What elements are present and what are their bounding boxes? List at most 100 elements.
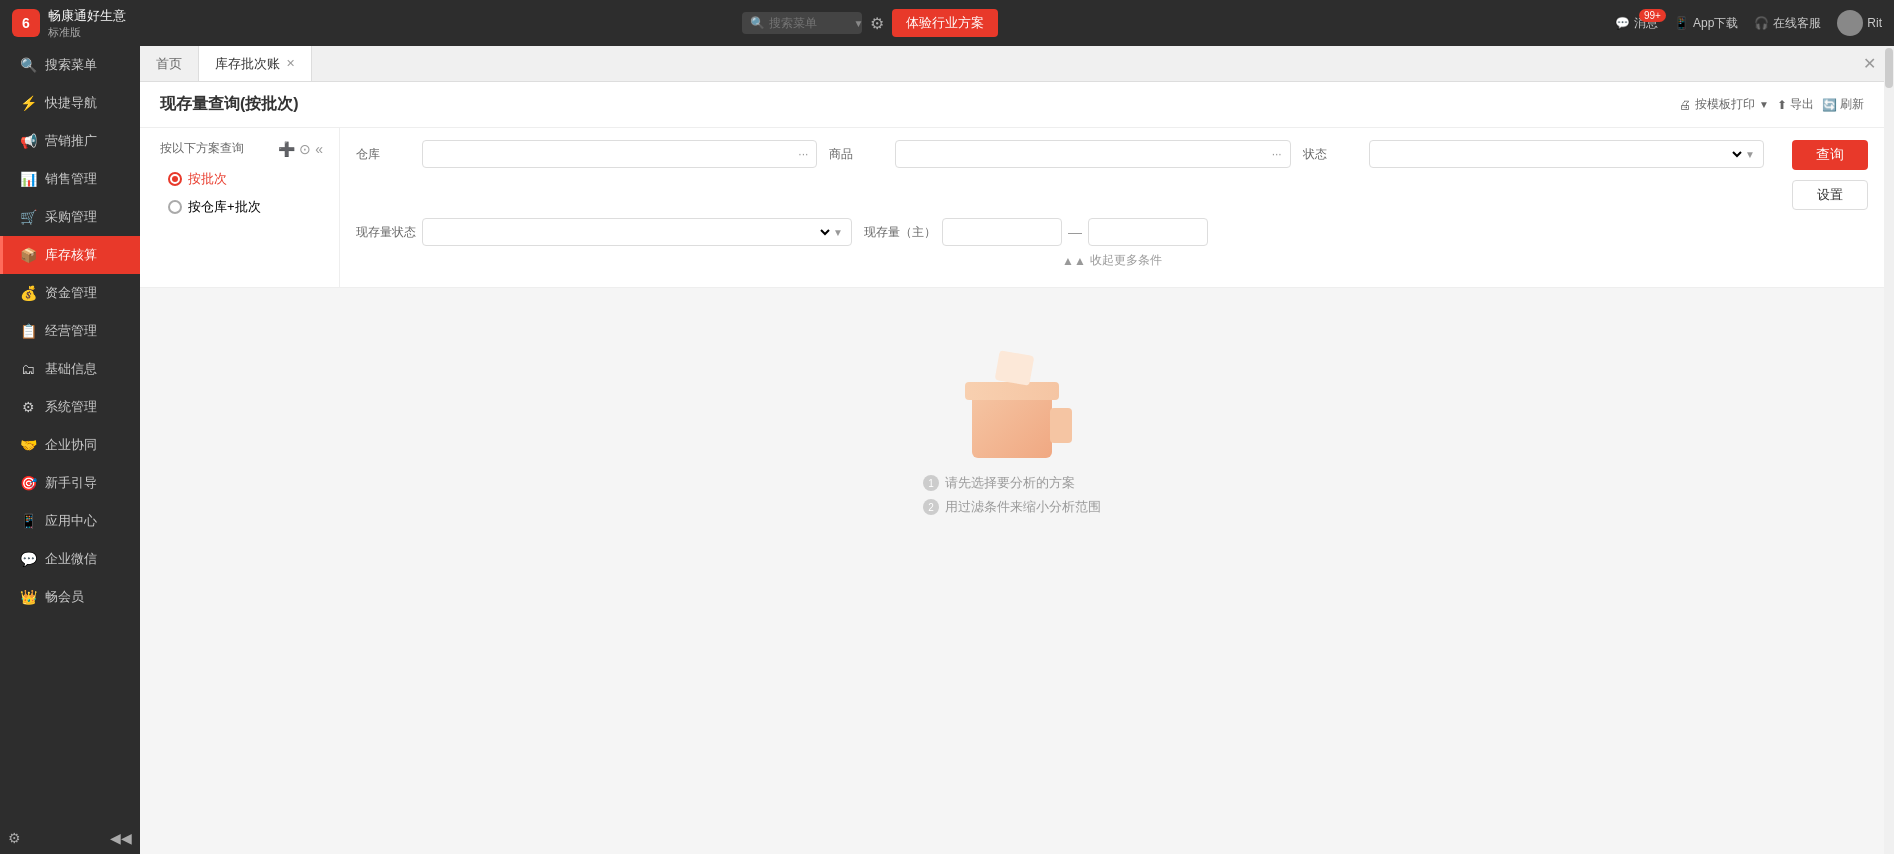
stock-status-select-wrap[interactable]: ▼ bbox=[422, 218, 852, 246]
experience-button[interactable]: 体验行业方案 bbox=[892, 9, 998, 37]
filter-status-field: 状态 ▼ bbox=[1303, 140, 1764, 168]
stock-qty-from[interactable] bbox=[942, 218, 1062, 246]
tip-num-2: 2 bbox=[923, 499, 939, 515]
scheme-dot-batch bbox=[168, 172, 182, 186]
settings-button[interactable]: 设置 bbox=[1792, 180, 1868, 210]
refresh-button[interactable]: 🔄 刷新 bbox=[1822, 96, 1864, 113]
scheme-label-warehouse-batch: 按仓库+批次 bbox=[188, 198, 261, 216]
scheme-item-batch[interactable]: 按批次 bbox=[160, 165, 323, 193]
app-center-icon: 📱 bbox=[19, 512, 37, 530]
avatar bbox=[1837, 10, 1863, 36]
tab-inventory-batch[interactable]: 库存批次账 ✕ bbox=[199, 46, 312, 81]
right-scrollbar[interactable] bbox=[1884, 46, 1894, 854]
tip-text-1: 请先选择要分析的方案 bbox=[945, 474, 1075, 492]
sidebar-item-basic[interactable]: 🗂 基础信息 bbox=[0, 350, 140, 388]
scheme-panel: 按以下方案查询 ➕ ⊙ « 按批次 bbox=[140, 128, 340, 287]
user-avatar-area[interactable]: Rit bbox=[1837, 10, 1882, 36]
filter-stock-qty-field: 现存量（主） — bbox=[864, 218, 1360, 246]
export-button[interactable]: ⬆ 导出 bbox=[1777, 96, 1814, 113]
template-print-button[interactable]: 🖨 按模板打印 ▼ bbox=[1679, 96, 1769, 113]
scheme-settings-icon[interactable]: ⊙ bbox=[299, 141, 311, 157]
collapse-bar[interactable]: ▲▲ 收起更多条件 bbox=[356, 246, 1868, 275]
sidebar-item-purchase[interactable]: 🛒 采购管理 bbox=[0, 198, 140, 236]
scheme-label-batch: 按批次 bbox=[188, 170, 227, 188]
content-area: 首页 库存批次账 ✕ ✕ 现存量查询(按批次) 🖨 按模板打印 ▼ bbox=[140, 46, 1884, 854]
sidebar-item-quick-nav[interactable]: ⚡ 快捷导航 bbox=[0, 84, 140, 122]
collapse-chevron-icon: ▲▲ bbox=[1062, 254, 1086, 268]
scroll-thumb[interactable] bbox=[1885, 48, 1893, 88]
finance-icon: 💰 bbox=[19, 284, 37, 302]
sidebar-item-label: 资金管理 bbox=[45, 284, 97, 302]
collapse-sidebar-icon[interactable]: ◀◀ bbox=[110, 830, 132, 846]
scheme-dot-warehouse bbox=[168, 200, 182, 214]
tab-home[interactable]: 首页 bbox=[140, 46, 199, 81]
search-menu-input[interactable] bbox=[769, 16, 849, 30]
sidebar-item-label: 系统管理 bbox=[45, 398, 97, 416]
topbar-center: 🔍 ▼ ⚙ 体验行业方案 bbox=[742, 9, 998, 37]
sidebar-item-wechat[interactable]: 💬 企业微信 bbox=[0, 540, 140, 578]
app-download-label: App下载 bbox=[1693, 15, 1738, 32]
inventory-icon: 📦 bbox=[19, 246, 37, 264]
tab-bar-right: ✕ bbox=[312, 46, 1884, 81]
system-icon: ⚙ bbox=[19, 398, 37, 416]
sidebar-item-marketing[interactable]: 📢 营销推广 bbox=[0, 122, 140, 160]
sidebar-item-system[interactable]: ⚙ 系统管理 bbox=[0, 388, 140, 426]
tip-text-2: 用过滤条件来缩小分析范围 bbox=[945, 498, 1101, 516]
sidebar: 🔍 搜索菜单 ⚡ 快捷导航 📢 营销推广 📊 销售管理 🛒 采购管理 📦 库存核… bbox=[0, 46, 140, 854]
brand-info: 畅康通好生意 标准版 bbox=[48, 7, 126, 40]
product-more-icon[interactable]: ··· bbox=[1272, 147, 1282, 161]
page-header-actions: 🖨 按模板打印 ▼ ⬆ 导出 🔄 刷新 bbox=[1679, 96, 1864, 113]
sidebar-item-app-center[interactable]: 📱 应用中心 bbox=[0, 502, 140, 540]
sidebar-item-enterprise[interactable]: 🤝 企业协同 bbox=[0, 426, 140, 464]
product-input[interactable] bbox=[904, 147, 1271, 161]
settings-bottom-icon[interactable]: ⚙ bbox=[8, 830, 21, 846]
scheme-item-warehouse-batch[interactable]: 按仓库+批次 bbox=[160, 193, 323, 221]
gear-icon[interactable]: ⚙ bbox=[870, 14, 884, 33]
newbie-icon: 🎯 bbox=[19, 474, 37, 492]
sidebar-item-label: 新手引导 bbox=[45, 474, 97, 492]
export-icon: ⬆ bbox=[1777, 98, 1787, 112]
sidebar-item-finance[interactable]: 💰 资金管理 bbox=[0, 274, 140, 312]
add-scheme-icon[interactable]: ➕ bbox=[278, 141, 295, 157]
status-label: 状态 bbox=[1303, 146, 1363, 163]
query-button[interactable]: 查询 bbox=[1792, 140, 1868, 170]
page-title: 现存量查询(按批次) bbox=[160, 94, 299, 115]
sidebar-item-search[interactable]: 🔍 搜索菜单 bbox=[0, 46, 140, 84]
brand-sub: 标准版 bbox=[48, 25, 126, 40]
scheme-header: 按以下方案查询 ➕ ⊙ « bbox=[160, 140, 323, 157]
tab-close-button[interactable]: ✕ bbox=[286, 58, 295, 69]
collapse-scheme-icon[interactable]: « bbox=[315, 141, 323, 157]
product-input-wrap[interactable]: ··· bbox=[895, 140, 1290, 168]
stock-status-label: 现存量状态 bbox=[356, 224, 416, 241]
sidebar-item-inventory[interactable]: 📦 库存核算 bbox=[0, 236, 140, 274]
filter-warehouse-field: 仓库 ··· bbox=[356, 140, 817, 168]
empty-box-lid bbox=[965, 382, 1059, 400]
stock-qty-from-input[interactable] bbox=[951, 225, 1053, 239]
status-select-wrap[interactable]: ▼ bbox=[1369, 140, 1764, 168]
member-icon: 👑 bbox=[19, 588, 37, 606]
sidebar-item-member[interactable]: 👑 畅会员 bbox=[0, 578, 140, 616]
sidebar-item-business[interactable]: 📋 经营管理 bbox=[0, 312, 140, 350]
message-icon: 💬 bbox=[1615, 16, 1630, 30]
sidebar-item-newbie[interactable]: 🎯 新手引导 bbox=[0, 464, 140, 502]
filter-product-field: 商品 ··· bbox=[829, 140, 1290, 168]
empty-tips: 1 请先选择要分析的方案 2 用过滤条件来缩小分析范围 bbox=[923, 474, 1101, 516]
sidebar-item-label: 搜索菜单 bbox=[45, 56, 97, 74]
app-download-button[interactable]: 📱 App下载 bbox=[1674, 15, 1738, 32]
warehouse-input-wrap[interactable]: ··· bbox=[422, 140, 817, 168]
stock-qty-to-input[interactable] bbox=[1097, 225, 1199, 239]
empty-paper bbox=[995, 350, 1035, 386]
warehouse-more-icon[interactable]: ··· bbox=[798, 147, 808, 161]
message-button[interactable]: 💬 消息 99+ bbox=[1615, 15, 1658, 32]
status-select[interactable] bbox=[1378, 146, 1745, 162]
sidebar-bottom: ⚙ ◀◀ bbox=[0, 822, 140, 854]
sidebar-item-label: 库存核算 bbox=[45, 246, 97, 264]
stock-status-select[interactable] bbox=[431, 224, 833, 240]
online-service-button[interactable]: 🎧 在线客服 bbox=[1754, 15, 1821, 32]
sidebar-item-label: 应用中心 bbox=[45, 512, 97, 530]
sidebar-item-sales[interactable]: 📊 销售管理 bbox=[0, 160, 140, 198]
stock-qty-to[interactable] bbox=[1088, 218, 1208, 246]
search-menu-bar[interactable]: 🔍 ▼ bbox=[742, 12, 862, 34]
warehouse-input[interactable] bbox=[431, 147, 798, 161]
close-page-button[interactable]: ✕ bbox=[1863, 54, 1876, 73]
